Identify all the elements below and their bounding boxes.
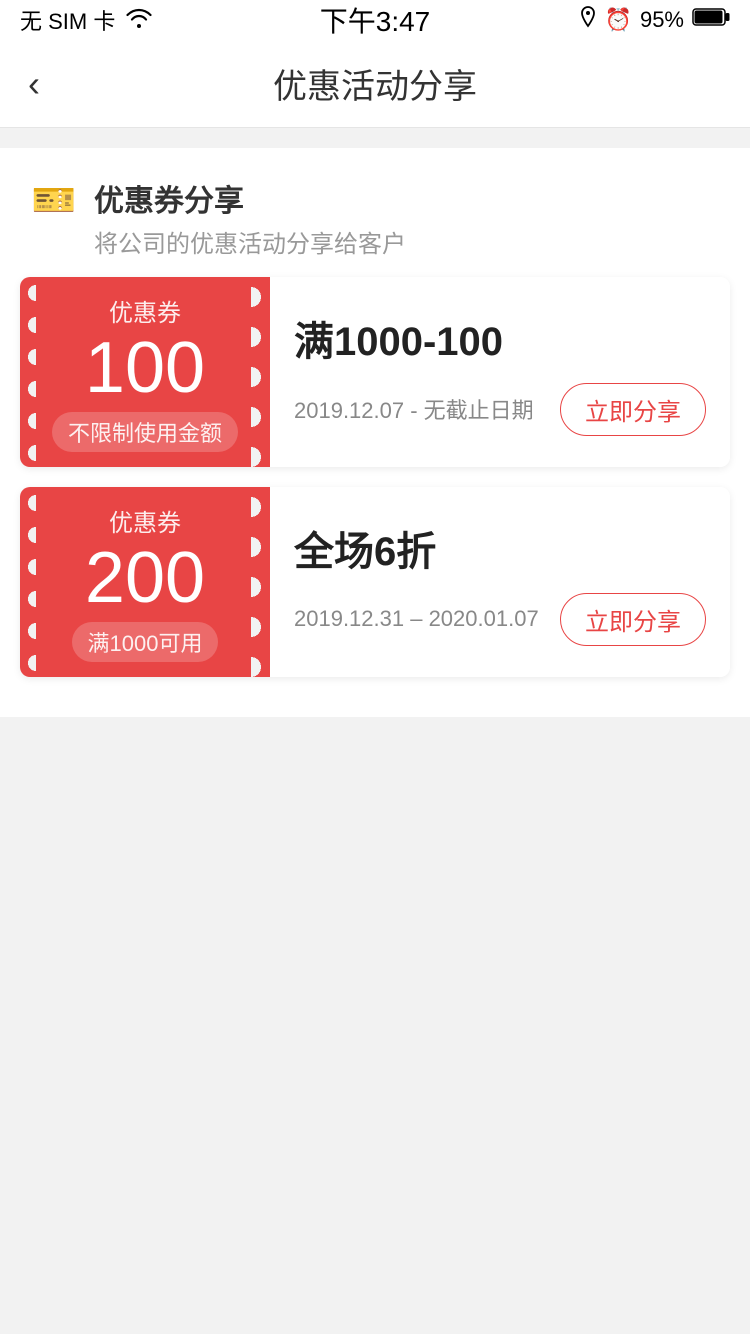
coupon-card: 优惠券 100 不限制使用金额 满1000-100 2019.12.07 - 无… <box>20 277 730 467</box>
location-icon <box>579 6 597 34</box>
coupon-right-0: 满1000-100 2019.12.07 - 无截止日期 立即分享 <box>270 277 730 467</box>
section-icon: 🎫 <box>30 176 78 224</box>
coupon-card: 优惠券 200 满1000可用 全场6折 2019.12.31 – 2020.0… <box>20 487 730 677</box>
section-header: 🎫 优惠券分享 将公司的优惠活动分享给客户 <box>0 148 750 277</box>
coupon-name-0: 满1000-100 <box>294 309 706 367</box>
coupon-meta-0: 2019.12.07 - 无截止日期 立即分享 <box>294 383 706 436</box>
coupon-share-button-1[interactable]: 立即分享 <box>560 593 706 646</box>
coupon-list: 优惠券 100 不限制使用金额 满1000-100 2019.12.07 - 无… <box>0 277 750 717</box>
section-title: 优惠券分享 <box>94 176 406 220</box>
battery-icon <box>692 7 730 33</box>
coupon-share-button-0[interactable]: 立即分享 <box>560 383 706 436</box>
nav-title: 优惠活动分享 <box>273 59 477 108</box>
section-subtitle: 将公司的优惠活动分享给客户 <box>94 224 406 259</box>
coupon-label-0: 优惠券 <box>109 293 181 328</box>
back-button[interactable]: ‹ <box>28 63 40 105</box>
coupon-meta-1: 2019.12.31 – 2020.01.07 立即分享 <box>294 593 706 646</box>
coupon-dates-0: 2019.12.07 - 无截止日期 <box>294 393 534 425</box>
coupon-right-1: 全场6折 2019.12.31 – 2020.01.07 立即分享 <box>270 487 730 677</box>
alarm-icon: ⏰ <box>605 7 632 33</box>
coupon-condition-0: 不限制使用金额 <box>52 412 238 452</box>
status-time: 下午3:47 <box>320 0 431 40</box>
section-separator <box>0 128 750 148</box>
status-left: 无 SIM 卡 <box>20 4 153 36</box>
empty-area <box>0 717 750 1297</box>
status-bar: 无 SIM 卡 下午3:47 ⏰ 95% <box>0 0 750 40</box>
coupon-label-1: 优惠券 <box>109 503 181 538</box>
coupon-left-1: 优惠券 200 满1000可用 <box>20 487 270 677</box>
coupon-amount-1: 200 <box>85 542 205 614</box>
section-text-block: 优惠券分享 将公司的优惠活动分享给客户 <box>94 176 406 259</box>
coupon-dates-1: 2019.12.31 – 2020.01.07 <box>294 606 539 632</box>
wifi-icon <box>125 6 153 34</box>
coupon-left-0: 优惠券 100 不限制使用金额 <box>20 277 270 467</box>
nav-bar: ‹ 优惠活动分享 <box>0 40 750 128</box>
status-right: ⏰ 95% <box>579 6 730 34</box>
coupon-amount-0: 100 <box>85 332 205 404</box>
battery-percent: 95% <box>640 7 684 33</box>
coupon-condition-1: 满1000可用 <box>72 622 219 662</box>
coupon-name-1: 全场6折 <box>294 519 706 577</box>
sim-status: 无 SIM 卡 <box>20 4 115 36</box>
